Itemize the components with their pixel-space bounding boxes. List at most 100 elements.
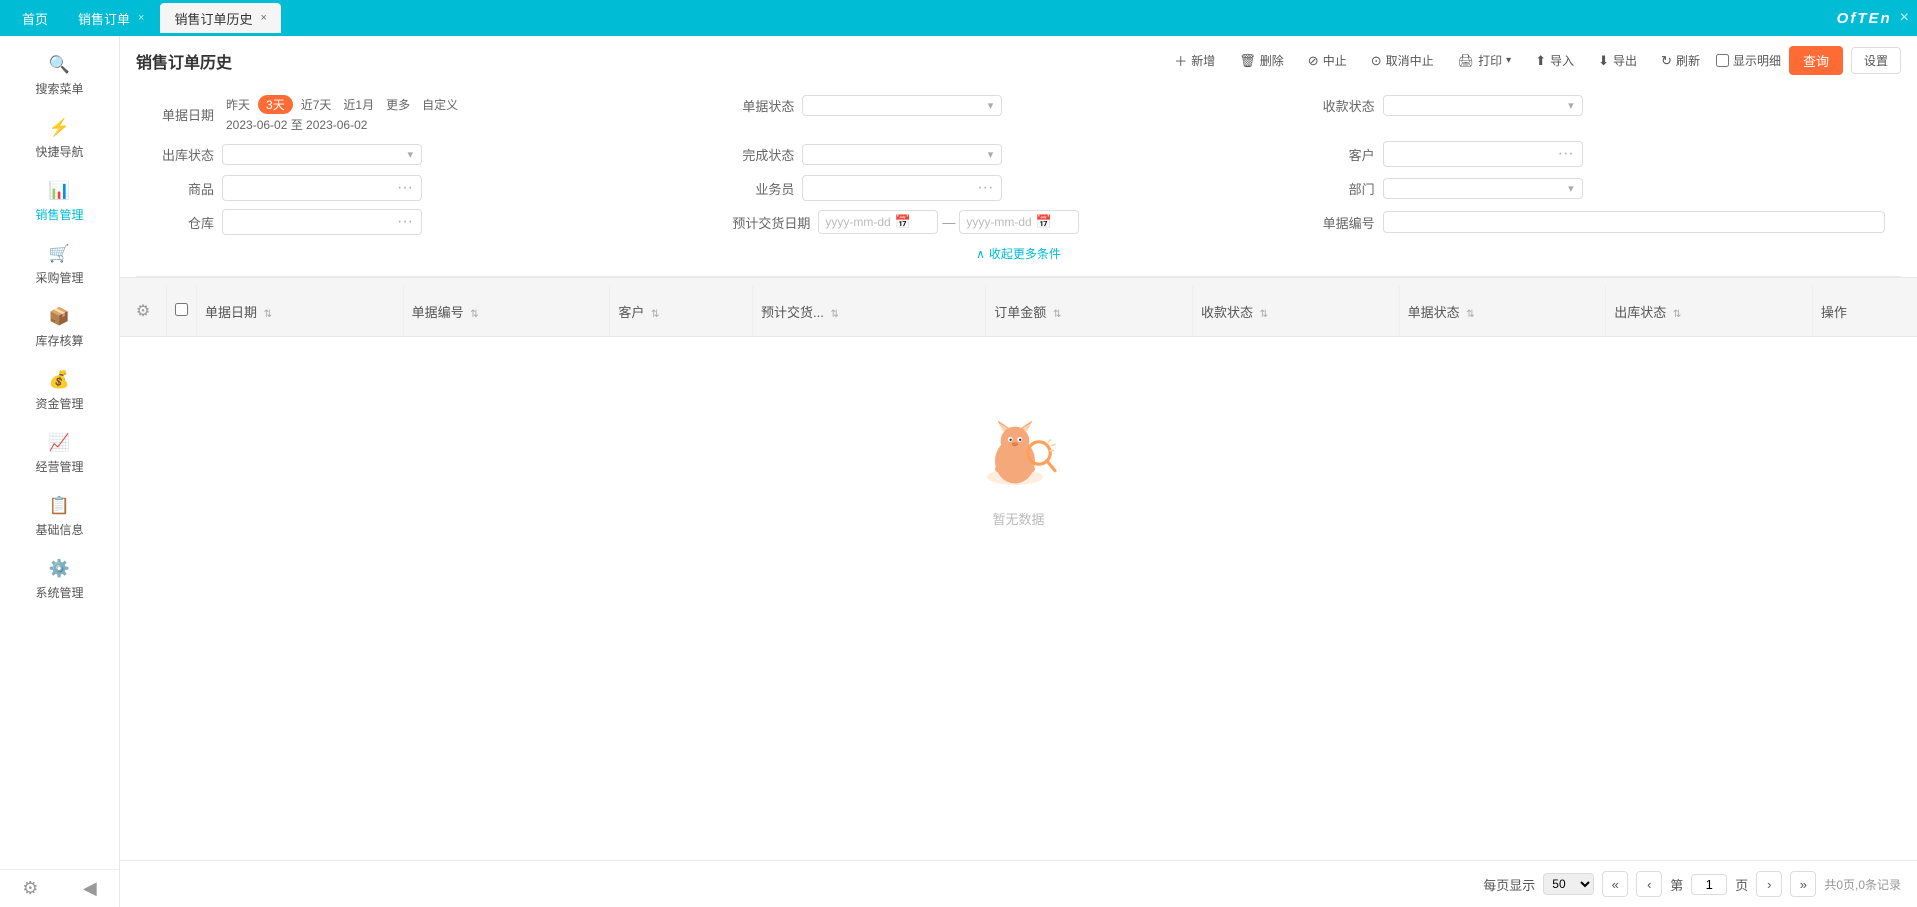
- date-1month[interactable]: 近1月: [339, 95, 378, 114]
- print-button[interactable]: 🖨 打印 ▾: [1450, 48, 1520, 73]
- sidebar-item-basic-info-label: 基础信息: [35, 521, 83, 538]
- filter-cell-complete-status: 完成状态 ▾: [732, 144, 1304, 165]
- product-select[interactable]: ···: [222, 175, 422, 201]
- table-settings-button[interactable]: ⚙: [128, 296, 158, 326]
- finance-mgmt-icon: 💰: [49, 369, 71, 391]
- sidebar-item-purchase-mgmt[interactable]: 🛒 采购管理: [0, 233, 119, 296]
- warehouse-dots[interactable]: ···: [397, 213, 413, 231]
- refresh-button[interactable]: ↻ 刷新: [1653, 48, 1708, 73]
- sidebar-item-basic-info[interactable]: 📋 基础信息: [0, 485, 119, 548]
- window-close-button[interactable]: ×: [1900, 9, 1909, 27]
- customer-select[interactable]: ···: [1383, 141, 1583, 167]
- delete-button[interactable]: 🗑 删除: [1231, 48, 1292, 73]
- collapse-button[interactable]: ∧ 收起更多条件: [152, 241, 1885, 266]
- show-detail-checkbox[interactable]: [1716, 54, 1729, 67]
- receipt-status-label: 收款状态: [1313, 96, 1383, 115]
- salesperson-select[interactable]: ···: [802, 175, 1002, 201]
- last-page-button[interactable]: »: [1790, 871, 1816, 897]
- sidebar-item-search-menu[interactable]: 🔍 搜索菜单: [0, 44, 119, 107]
- warehouse-select[interactable]: ···: [222, 209, 422, 235]
- sidebar-item-quick-nav[interactable]: ⚡ 快捷导航: [0, 107, 119, 170]
- cal-to-icon: 📅: [1036, 214, 1052, 230]
- order-status-select[interactable]: ▾: [802, 95, 1002, 116]
- import-button[interactable]: ⬆ 导入: [1527, 48, 1582, 73]
- product-label: 商品: [152, 179, 222, 198]
- ship-status-arrow: ▾: [407, 148, 413, 161]
- ops-mgmt-icon: 📈: [49, 432, 71, 454]
- tab-sales-order-history-close[interactable]: ×: [260, 12, 266, 24]
- col-ship-status-sort[interactable]: ⇅: [1673, 309, 1681, 320]
- sidebar-item-sales-mgmt[interactable]: 📊 销售管理: [0, 170, 119, 233]
- col-amount-sort[interactable]: ⇅: [1053, 309, 1061, 320]
- col-order-no-sort[interactable]: ⇅: [470, 309, 478, 320]
- tab-sales-order-label: 销售订单: [78, 9, 130, 28]
- export-button[interactable]: ⬇ 导出: [1590, 48, 1645, 73]
- cal-from-icon: 📅: [895, 214, 911, 230]
- new-button[interactable]: ＋ 新增: [1166, 47, 1223, 74]
- sidebar-item-ops-mgmt-label: 经营管理: [35, 458, 83, 475]
- next-page-button[interactable]: ›: [1756, 871, 1782, 897]
- expected-date-label: 预计交货日期: [732, 213, 818, 232]
- import-label: 导入: [1550, 52, 1574, 69]
- receipt-status-select[interactable]: ▾: [1383, 95, 1583, 116]
- complete-status-label: 完成状态: [732, 145, 802, 164]
- import-icon: ⬆: [1535, 53, 1546, 69]
- prev-page-button[interactable]: ‹: [1636, 871, 1662, 897]
- customer-dots[interactable]: ···: [1558, 145, 1574, 163]
- sidebar-item-purchase-mgmt-label: 采购管理: [35, 269, 83, 286]
- date-3days[interactable]: 3天: [258, 95, 293, 114]
- tab-sales-order[interactable]: 销售订单 ×: [64, 3, 158, 33]
- tab-home[interactable]: 首页: [8, 3, 62, 33]
- col-settings: ⚙: [120, 286, 167, 337]
- sidebar-settings-icon[interactable]: ⚙: [22, 878, 38, 899]
- product-dots[interactable]: ···: [397, 179, 413, 197]
- sidebar-toggle-icon[interactable]: ◀: [83, 878, 97, 899]
- select-all-checkbox[interactable]: [175, 303, 188, 316]
- col-customer-sort[interactable]: ⇅: [651, 309, 659, 320]
- order-no-input[interactable]: [1383, 211, 1885, 233]
- department-select[interactable]: ▾: [1383, 178, 1583, 199]
- date-7days[interactable]: 近7天: [297, 95, 336, 114]
- date-yesterday[interactable]: 昨天: [222, 95, 254, 114]
- print-arrow: ▾: [1506, 55, 1511, 66]
- salesperson-dots[interactable]: ···: [977, 179, 993, 197]
- expected-date-to-text: yyyy-mm-dd: [966, 215, 1031, 229]
- settings-button[interactable]: 设置: [1851, 47, 1901, 74]
- tab-sales-order-close[interactable]: ×: [138, 12, 144, 24]
- complete-status-select[interactable]: ▾: [802, 144, 1002, 165]
- col-expected-date-sort[interactable]: ⇅: [830, 309, 838, 320]
- col-date: 单据日期 ⇅: [197, 286, 404, 337]
- ship-status-select[interactable]: ▾: [222, 144, 422, 165]
- filter-cell-order-no: 单据编号: [1313, 211, 1885, 233]
- col-date-sort[interactable]: ⇅: [264, 309, 272, 320]
- col-order-no-label: 单据编号: [412, 305, 464, 320]
- expected-date-from[interactable]: yyyy-mm-dd 📅: [818, 210, 938, 234]
- expected-date-to[interactable]: yyyy-mm-dd 📅: [959, 210, 1079, 234]
- first-page-button[interactable]: «: [1602, 871, 1628, 897]
- sidebar-item-ops-mgmt[interactable]: 📈 经营管理: [0, 422, 119, 485]
- sidebar-item-finance-mgmt[interactable]: 💰 资金管理: [0, 359, 119, 422]
- expected-date-from-text: yyyy-mm-dd: [825, 215, 890, 229]
- query-button[interactable]: 查询: [1789, 46, 1843, 75]
- tab-sales-order-history[interactable]: 销售订单历史 ×: [160, 3, 280, 33]
- show-detail-checkbox-wrapper[interactable]: 显示明细: [1716, 52, 1781, 69]
- cancel-stop-button[interactable]: ⊙ 取消中止: [1363, 48, 1442, 73]
- sidebar-item-inventory-calc[interactable]: 📦 库存核算: [0, 296, 119, 359]
- page-size-select[interactable]: 50 20 100: [1543, 873, 1594, 895]
- sidebar-item-finance-mgmt-label: 资金管理: [35, 395, 83, 412]
- delete-label: 删除: [1260, 52, 1284, 69]
- date-custom[interactable]: 自定义: [418, 95, 462, 114]
- page-header: 销售订单历史 ＋ 新增 🗑 删除 ⊘ 中止 ⊙: [120, 36, 1917, 278]
- new-label: 新增: [1191, 52, 1215, 69]
- current-page-input[interactable]: 1: [1691, 874, 1727, 895]
- date-more[interactable]: 更多: [382, 95, 414, 114]
- col-receipt-status-sort[interactable]: ⇅: [1260, 309, 1268, 320]
- filter-cell-expected-date: 预计交货日期 yyyy-mm-dd 📅 — yyyy-mm-dd 📅: [732, 210, 1304, 234]
- col-order-status-sort[interactable]: ⇅: [1466, 309, 1474, 320]
- collapse-up-icon: ∧: [976, 247, 985, 261]
- collapse-label: 收起更多条件: [989, 245, 1061, 262]
- sidebar-item-sys-mgmt[interactable]: ⚙️ 系统管理: [0, 548, 119, 611]
- date-options-wrapper: 昨天 3天 近7天 近1月 更多 自定义 2023-06-02 至 2023-0…: [222, 95, 462, 133]
- stop-button[interactable]: ⊘ 中止: [1300, 48, 1355, 73]
- page-title-row: 销售订单历史 ＋ 新增 🗑 删除 ⊘ 中止 ⊙: [136, 46, 1901, 75]
